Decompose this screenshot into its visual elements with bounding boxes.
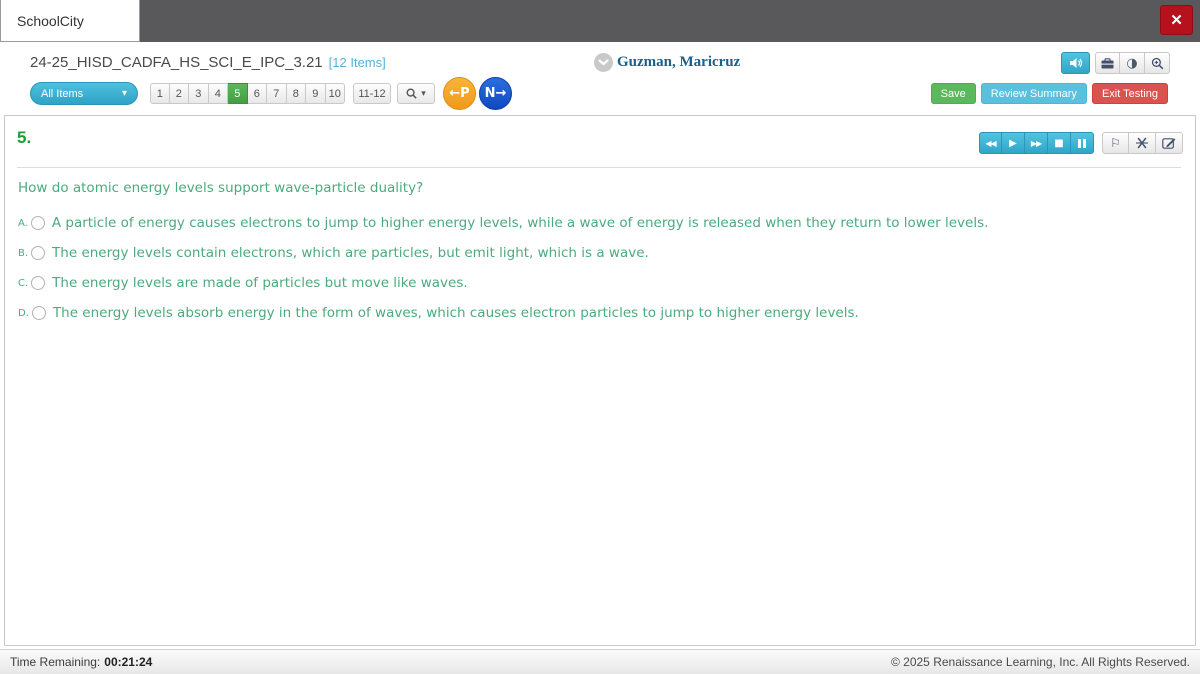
answer-eliminator-button[interactable] (1129, 132, 1156, 154)
toolkit-button[interactable] (1095, 52, 1120, 74)
next-item-button[interactable]: N→ (479, 77, 512, 110)
option-letter: A. (18, 217, 28, 229)
accessibility-toolbar: ◑ (1061, 52, 1170, 74)
item-search-dropdown[interactable]: ▾ (397, 83, 435, 104)
close-button[interactable]: ✕ (1160, 5, 1193, 35)
pause-button[interactable] (1071, 132, 1094, 154)
fast-forward-button[interactable]: ▶▶ (1025, 132, 1048, 154)
close-icon: ✕ (1170, 12, 1183, 29)
magnifier-icon (406, 88, 417, 99)
chevron-down-circle-icon (594, 53, 613, 72)
item-button-10[interactable]: 10 (325, 83, 345, 104)
rewind-icon: ◀◀ (985, 138, 996, 148)
student-menu[interactable]: Guzman, Maricruz (594, 53, 740, 72)
contrast-icon: ◑ (1126, 55, 1138, 71)
answer-option-b: B. The energy levels contain electrons, … (18, 245, 1175, 261)
exit-testing-button[interactable]: Exit Testing (1091, 83, 1168, 104)
strikeout-x-icon (1136, 137, 1148, 149)
contrast-button[interactable]: ◑ (1120, 52, 1145, 74)
option-d-radio[interactable] (31, 306, 46, 320)
item-button-6[interactable]: 6 (247, 83, 267, 104)
items-count-badge: [12 Items] (328, 55, 386, 70)
item-button-4[interactable]: 4 (208, 83, 228, 104)
answer-option-c: C. The energy levels are made of particl… (18, 275, 1175, 291)
answer-option-d: D. The energy levels absorb energy in th… (18, 305, 1175, 321)
student-name: Guzman, Maricruz (617, 54, 741, 70)
answer-option-a: A. A particle of energy causes electrons… (18, 215, 1175, 231)
magnifier-plus-icon (1151, 57, 1163, 69)
test-title: 24-25_HISD_CADFA_HS_SCI_E_IPC_3.21 [12 It… (30, 54, 386, 71)
copyright-text: © 2025 Renaissance Learning, Inc. All Ri… (890, 655, 1190, 669)
option-text: The energy levels are made of particles … (52, 275, 468, 291)
item-button-5-active[interactable]: 5 (228, 83, 248, 104)
action-buttons: Save Review Summary Exit Testing (930, 83, 1168, 104)
audio-player-controls: ◀◀ ▶ ▶▶ ■ (979, 132, 1094, 154)
item-filter-label: All Items (41, 87, 84, 100)
option-letter: B. (18, 247, 29, 259)
footer: Time Remaining: 00:21:24 © 2025 Renaissan… (0, 649, 1200, 674)
time-remaining-label: Time Remaining: (10, 655, 101, 669)
question-toolbar: ◀◀ ▶ ▶▶ ■ ⚐ (979, 132, 1183, 154)
question-divider (17, 167, 1181, 168)
brand-label: SchoolCity (17, 12, 84, 29)
option-letter: C. (18, 277, 29, 289)
pause-icon (1078, 138, 1086, 148)
question-panel: 5. ◀◀ ▶ ▶▶ ■ ⚐ How do atomic energy leve… (4, 115, 1196, 646)
option-text: A particle of energy causes electrons to… (51, 215, 989, 231)
speaker-icon (1069, 58, 1082, 68)
option-letter: D. (18, 307, 29, 319)
volume-button[interactable] (1061, 52, 1090, 74)
flag-button[interactable]: ⚐ (1102, 132, 1129, 154)
brand-tab[interactable]: SchoolCity (0, 0, 140, 42)
caret-down-icon: ▾ (121, 88, 127, 99)
zoom-button[interactable] (1145, 52, 1170, 74)
item-number-pager: 1 2 3 4 5 6 7 8 9 10 (150, 83, 345, 104)
item-button-7[interactable]: 7 (267, 83, 287, 104)
item-button-1[interactable]: 1 (150, 83, 170, 104)
edit-note-icon (1162, 138, 1176, 149)
option-c-radio[interactable] (31, 276, 46, 290)
item-filter-dropdown[interactable]: All Items ▾ (30, 82, 138, 105)
item-button-9[interactable]: 9 (306, 83, 326, 104)
review-summary-button[interactable]: Review Summary (980, 83, 1087, 104)
option-b-radio[interactable] (31, 246, 46, 260)
stop-button[interactable]: ■ (1048, 132, 1071, 154)
previous-item-button[interactable]: ←P (443, 77, 476, 110)
caret-down-icon: ▾ (421, 88, 426, 98)
notes-button[interactable] (1156, 132, 1183, 154)
time-remaining-value: 00:21:24 (104, 655, 153, 669)
header: 24-25_HISD_CADFA_HS_SCI_E_IPC_3.21 [12 It… (0, 42, 1200, 112)
option-a-radio[interactable] (30, 216, 45, 230)
stop-icon: ■ (1054, 137, 1064, 149)
question-tools: ⚐ (1102, 132, 1183, 154)
answer-options: A. A particle of energy causes electrons… (18, 215, 1175, 336)
rewind-button[interactable]: ◀◀ (979, 132, 1002, 154)
briefcase-icon (1101, 57, 1114, 68)
item-button-2[interactable]: 2 (169, 83, 189, 104)
question-number: 5. (17, 128, 32, 147)
save-button[interactable]: Save (930, 83, 976, 104)
top-bar: SchoolCity ✕ (0, 0, 1200, 42)
fast-forward-icon: ▶▶ (1030, 138, 1042, 148)
option-text: The energy levels contain electrons, whi… (52, 245, 649, 261)
option-text: The energy levels absorb energy in the f… (52, 305, 859, 321)
play-icon: ▶ (1009, 137, 1017, 149)
time-remaining: Time Remaining: 00:21:24 (10, 655, 152, 669)
question-text: How do atomic energy levels support wave… (18, 180, 424, 196)
flag-icon: ⚐ (1110, 136, 1121, 150)
item-button-3[interactable]: 3 (189, 83, 209, 104)
item-button-8[interactable]: 8 (286, 83, 306, 104)
play-button[interactable]: ▶ (1002, 132, 1025, 154)
item-range-button[interactable]: 11-12 (353, 83, 391, 104)
